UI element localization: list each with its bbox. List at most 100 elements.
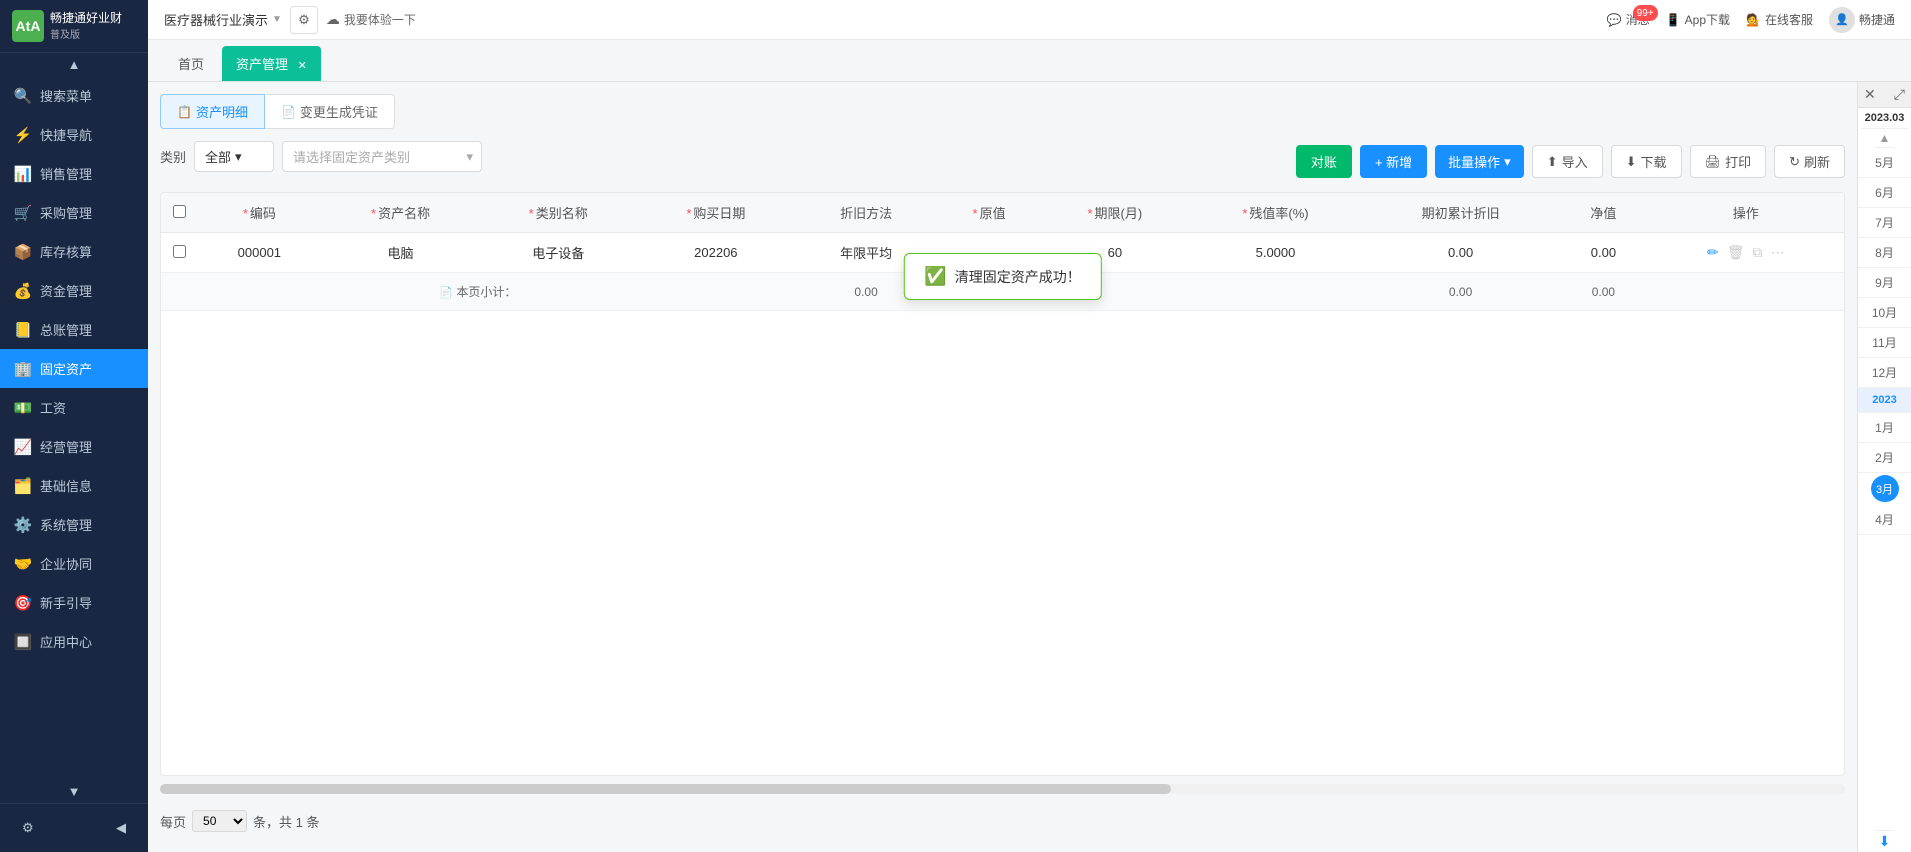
month-9[interactable]: 9月 [1858, 268, 1911, 298]
month-5[interactable]: 5月 [1858, 148, 1911, 178]
panel-prev-btn[interactable]: ▲ [1879, 131, 1891, 145]
sidebar-item-fixed-assets[interactable]: 🏢 固定资产 [0, 349, 148, 388]
funds-icon: 💰 [14, 282, 32, 300]
search-icon: 🔍 [14, 87, 32, 105]
month-3-current[interactable]: 3月 [1871, 475, 1899, 503]
sidebar-item-operations[interactable]: 📈 经营管理 [0, 427, 148, 466]
tab-close-button[interactable]: ✕ [298, 60, 307, 72]
batch-button[interactable]: 批量操作 ▾ [1435, 145, 1524, 178]
subtotal-action-empty [1648, 273, 1844, 311]
sidebar-scroll-up[interactable]: ▲ [0, 53, 148, 76]
sidebar-item-quick-nav[interactable]: ⚡ 快捷导航 [0, 115, 148, 154]
sub-tab-asset-detail[interactable]: 📋 资产明细 [160, 94, 265, 129]
sidebar-item-basic-info[interactable]: 🗂️ 基础信息 [0, 466, 148, 505]
sidebar-item-sales[interactable]: 📊 销售管理 [0, 154, 148, 193]
topbar-right: 💬 消息 99+ 📱 App下载 💁 在线客服 👤 畅捷通 [1607, 7, 1895, 33]
month-1[interactable]: 1月 [1858, 413, 1911, 443]
col-category: *类别名称 [479, 193, 637, 233]
app-download-button[interactable]: 📱 App下载 [1666, 11, 1730, 28]
month-2[interactable]: 2月 [1858, 443, 1911, 473]
col-depreciation-method: 折旧方法 [795, 193, 938, 233]
balance-button[interactable]: 对账 [1296, 145, 1352, 178]
edit-icon[interactable]: ✏ [1707, 244, 1719, 261]
sidebar-scroll-down[interactable]: ▼ [0, 780, 148, 803]
more-icon[interactable]: ⋯ [1771, 244, 1785, 261]
filter-row: 类别 全部 ▾ 请选择固定资产类别 ▾ [160, 141, 482, 172]
sidebar-item-search[interactable]: 🔍 搜索菜单 [0, 76, 148, 115]
tab-home[interactable]: 首页 [164, 46, 218, 81]
download-btn-icon: ⬇ [1626, 154, 1637, 170]
toast-success-icon: ✅ [924, 266, 946, 287]
row-checkbox[interactable] [173, 245, 186, 258]
guide-icon: 🎯 [14, 594, 32, 612]
year-month-list: 5月 6月 7月 8月 9月 10月 11月 12月 2023 1月 2月 3月… [1858, 148, 1911, 830]
table-header-row: *编码 *资产名称 *类别名称 *购买日期 折旧方法 *原值 *期限(月) *残… [161, 193, 1844, 233]
month-12[interactable]: 12月 [1858, 358, 1911, 388]
print-button[interactable]: 🖨 打印 [1690, 145, 1767, 178]
month-7[interactable]: 7月 [1858, 208, 1911, 238]
sidebar-item-enterprise[interactable]: 🤝 企业协同 [0, 544, 148, 583]
sidebar-item-guide[interactable]: 🎯 新手引导 [0, 583, 148, 622]
right-panel-close-button[interactable]: ✕ [1864, 86, 1876, 103]
import-icon: ⬆ [1547, 154, 1558, 170]
col-checkbox [161, 193, 197, 233]
sidebar-item-system[interactable]: ⚙️ 系统管理 [0, 505, 148, 544]
sidebar-item-salary[interactable]: 💵 工资 [0, 388, 148, 427]
topbar-settings-button[interactable]: ⚙ [290, 6, 318, 34]
topbar: 医疗器械行业演示 ▼ ⚙ ☁ 我要体验一下 💬 消息 99+ 📱 App下载 [148, 0, 1911, 40]
collapse-icon: ◀ [116, 820, 126, 836]
fixed-assets-icon: 🏢 [14, 360, 32, 378]
delete-icon[interactable]: 🗑 [1727, 244, 1745, 261]
category-label: 类别 [160, 147, 186, 166]
download-button[interactable]: ⬇ 下载 [1611, 145, 1682, 178]
sidebar-item-ledger[interactable]: 📒 总账管理 [0, 310, 148, 349]
right-panel-expand-button[interactable]: ⤢ [1894, 86, 1905, 103]
company-dropdown-arrow: ▼ [272, 14, 282, 25]
month-4[interactable]: 4月 [1858, 505, 1911, 535]
user-avatar-button[interactable]: 👤 畅捷通 [1829, 7, 1895, 33]
month-11[interactable]: 11月 [1858, 328, 1911, 358]
sidebar-collapse-button[interactable]: ◀ [102, 812, 140, 844]
category-select[interactable]: 请选择固定资产类别 ▾ [282, 141, 482, 172]
sidebar-item-purchase[interactable]: 🛒 采购管理 [0, 193, 148, 232]
row-initial-depreciation: 0.00 [1362, 233, 1559, 273]
month-10[interactable]: 10月 [1858, 298, 1911, 328]
sidebar-settings-button[interactable]: ⚙ [8, 812, 48, 844]
month-6[interactable]: 6月 [1858, 178, 1911, 208]
basic-info-icon: 🗂️ [14, 477, 32, 495]
col-period: *期限(月) [1041, 193, 1190, 233]
panel-bottom-icon[interactable]: ⬇ [1879, 833, 1891, 850]
row-residual-rate: 5.0000 [1189, 233, 1362, 273]
print-icon: 🖨 [1705, 154, 1722, 170]
logo-icon: AtA [12, 10, 44, 42]
action-icons: ✏ 🗑 ⧉ ⋯ [1656, 244, 1836, 261]
online-service-button[interactable]: 💁 在线客服 [1746, 11, 1813, 28]
per-page-select[interactable]: 50 20 100 [192, 810, 247, 832]
sidebar-item-funds[interactable]: 💰 资金管理 [0, 271, 148, 310]
col-action: 操作 [1648, 193, 1844, 233]
month-8[interactable]: 8月 [1858, 238, 1911, 268]
sidebar-item-inventory[interactable]: 📦 库存核算 [0, 232, 148, 271]
col-original-value: *原值 [938, 193, 1041, 233]
success-toast: ✅ 清理固定资产成功！ [903, 253, 1101, 300]
import-button[interactable]: ⬆ 导入 [1532, 145, 1603, 178]
company-selector[interactable]: 医疗器械行业演示 ▼ [164, 10, 282, 29]
refresh-button[interactable]: ↻ 刷新 [1774, 145, 1845, 178]
horizontal-scrollbar[interactable] [160, 780, 1845, 798]
experience-button[interactable]: ☁ 我要体验一下 [326, 11, 416, 28]
category-type-select[interactable]: 全部 ▾ [194, 141, 274, 172]
new-button[interactable]: + 新增 [1360, 145, 1427, 178]
select-all-checkbox[interactable] [173, 205, 186, 218]
sub-tab-change-voucher[interactable]: 📄 变更生成凭证 [265, 94, 395, 129]
quick-nav-icon: ⚡ [14, 126, 32, 144]
enterprise-icon: 🤝 [14, 555, 32, 573]
col-initial-depreciation: 期初累计折旧 [1362, 193, 1559, 233]
subtotal-initial-depreciation: 0.00 [1362, 273, 1559, 311]
refresh-icon: ↻ [1789, 154, 1800, 170]
table-footer: 每页 50 20 100 条，共 1 条 [160, 802, 1845, 840]
copy-icon[interactable]: ⧉ [1753, 244, 1763, 261]
sidebar-item-app-center[interactable]: 🔲 应用中心 [0, 622, 148, 661]
tab-asset-mgmt[interactable]: 资产管理 ✕ [222, 46, 321, 81]
sidebar: AtA 畅捷通好业财 普及版 ▲ 🔍 搜索菜单 ⚡ 快捷导航 📊 销售管理 🛒 … [0, 0, 148, 852]
notification-button[interactable]: 💬 消息 99+ [1607, 11, 1650, 28]
